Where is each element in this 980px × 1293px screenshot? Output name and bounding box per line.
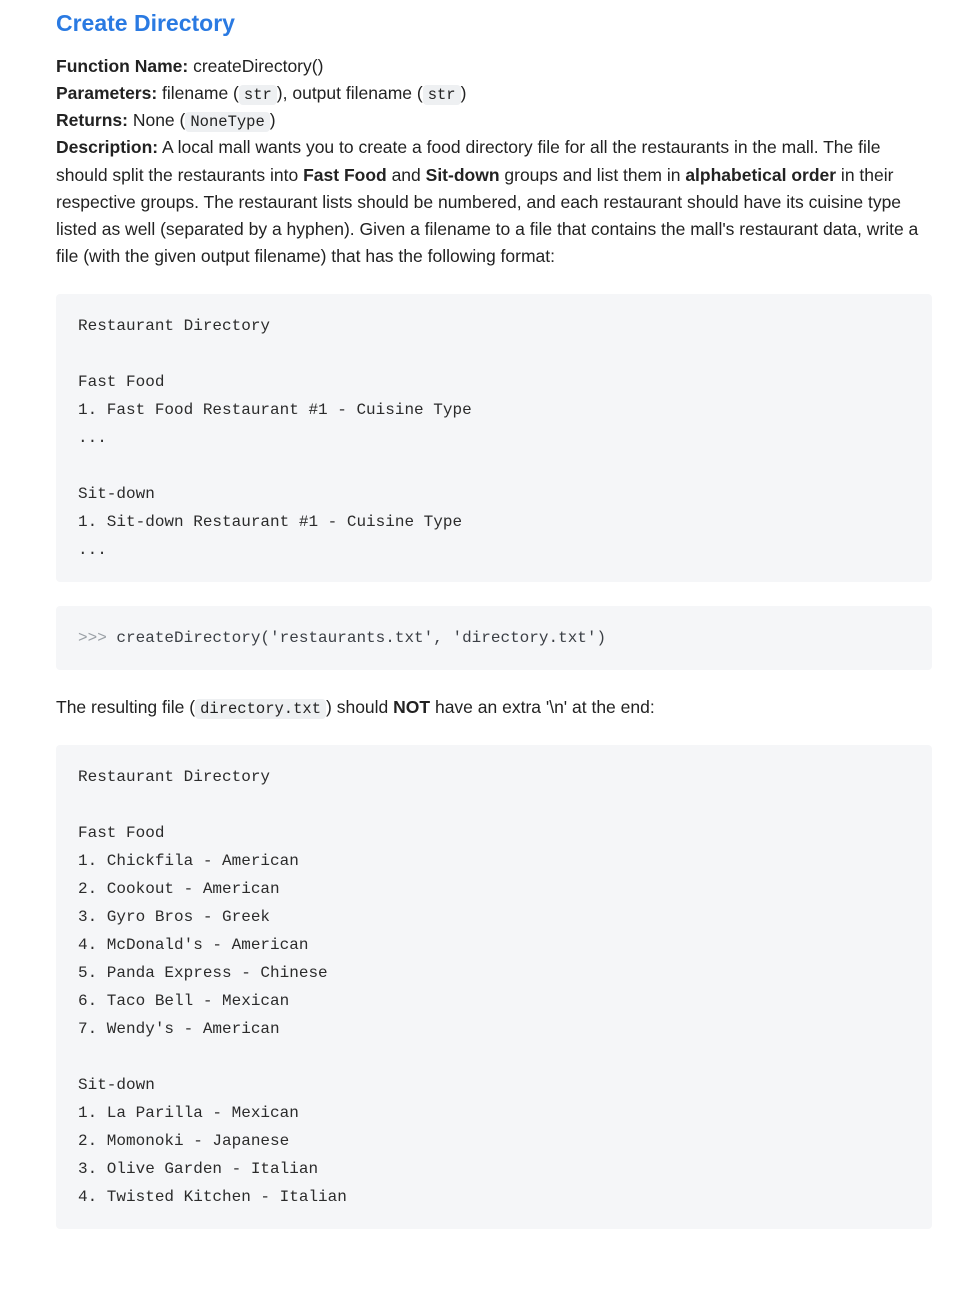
call-sep: , — [433, 629, 452, 647]
desc-b3: alphabetical order — [685, 165, 836, 185]
desc-b1: Fast Food — [303, 165, 387, 185]
output-code-block: Restaurant Directory Fast Food 1. Chickf… — [56, 745, 932, 1229]
result-bold: NOT — [393, 697, 430, 717]
returns-label: Returns: — [56, 110, 128, 130]
parameters-suffix: ) — [461, 83, 467, 103]
param-type-1: str — [239, 85, 277, 105]
returns-suffix: ) — [270, 110, 276, 130]
param-type-2: str — [423, 85, 461, 105]
format-code-block: Restaurant Directory Fast Food 1. Fast F… — [56, 294, 932, 582]
function-name-value: createDirectory() — [193, 56, 323, 76]
function-name-line: Function Name: createDirectory() — [56, 53, 932, 80]
call-close: ) — [597, 629, 607, 647]
returns-type: NoneType — [185, 112, 269, 132]
call-arg1: 'restaurants.txt' — [270, 629, 433, 647]
desc-b2: Sit-down — [426, 165, 500, 185]
parameters-line: Parameters: filename (str), output filen… — [56, 80, 932, 107]
document-page: Create Directory Function Name: createDi… — [0, 0, 980, 1293]
parameters-mid: ), output filename ( — [277, 83, 423, 103]
call-arg2: 'directory.txt' — [452, 629, 596, 647]
parameters-label: Parameters: — [56, 83, 157, 103]
desc-p3: groups and list them in — [500, 165, 686, 185]
description-label: Description: — [56, 137, 158, 157]
call-code-block: >>> createDirectory('restaurants.txt', '… — [56, 606, 932, 670]
call-fn: createDirectory( — [116, 629, 270, 647]
desc-p2: and — [387, 165, 426, 185]
result-p2: ) should — [326, 697, 393, 717]
description-block: Description: A local mall wants you to c… — [56, 134, 932, 270]
parameters-prefix: filename ( — [162, 83, 239, 103]
returns-prefix: None ( — [133, 110, 186, 130]
function-name-label: Function Name: — [56, 56, 188, 76]
repl-prompt: >>> — [78, 629, 116, 647]
result-p3: have an extra '\n' at the end: — [430, 697, 655, 717]
result-code: directory.txt — [195, 699, 326, 719]
result-note: The resulting file (directory.txt) shoul… — [56, 694, 932, 721]
section-title: Create Directory — [56, 10, 932, 37]
result-p1: The resulting file ( — [56, 697, 195, 717]
returns-line: Returns: None (NoneType) — [56, 107, 932, 134]
